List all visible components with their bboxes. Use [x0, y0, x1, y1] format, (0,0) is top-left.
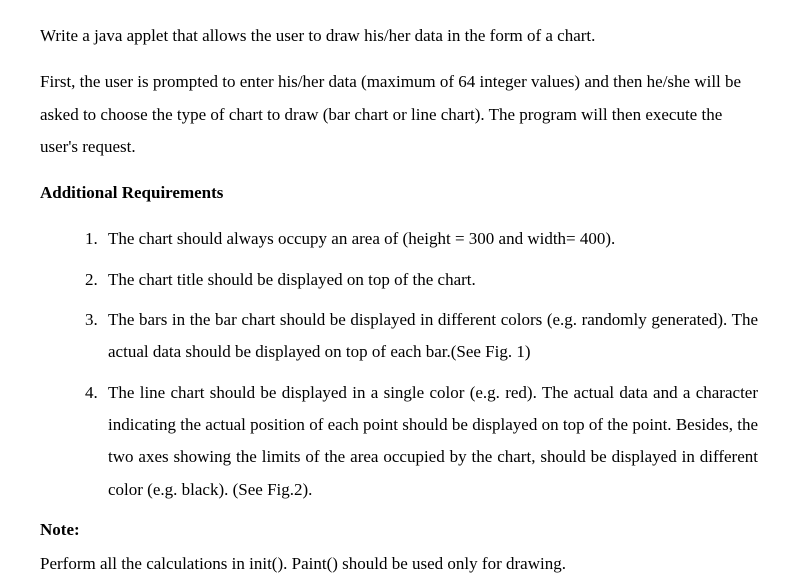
note-text: Perform all the calculations in init(). … [40, 548, 758, 580]
requirement-item-4: The line chart should be displayed in a … [102, 377, 758, 506]
intro-paragraph-1: Write a java applet that allows the user… [40, 20, 758, 52]
requirement-item-2: The chart title should be displayed on t… [102, 264, 758, 296]
requirement-item-3: The bars in the bar chart should be disp… [102, 304, 758, 369]
note-label: Note: [40, 514, 758, 546]
intro-paragraph-2: First, the user is prompted to enter his… [40, 66, 758, 163]
requirement-item-1: The chart should always occupy an area o… [102, 223, 758, 255]
section-heading-requirements: Additional Requirements [40, 177, 758, 209]
requirements-list: The chart should always occupy an area o… [40, 223, 758, 505]
